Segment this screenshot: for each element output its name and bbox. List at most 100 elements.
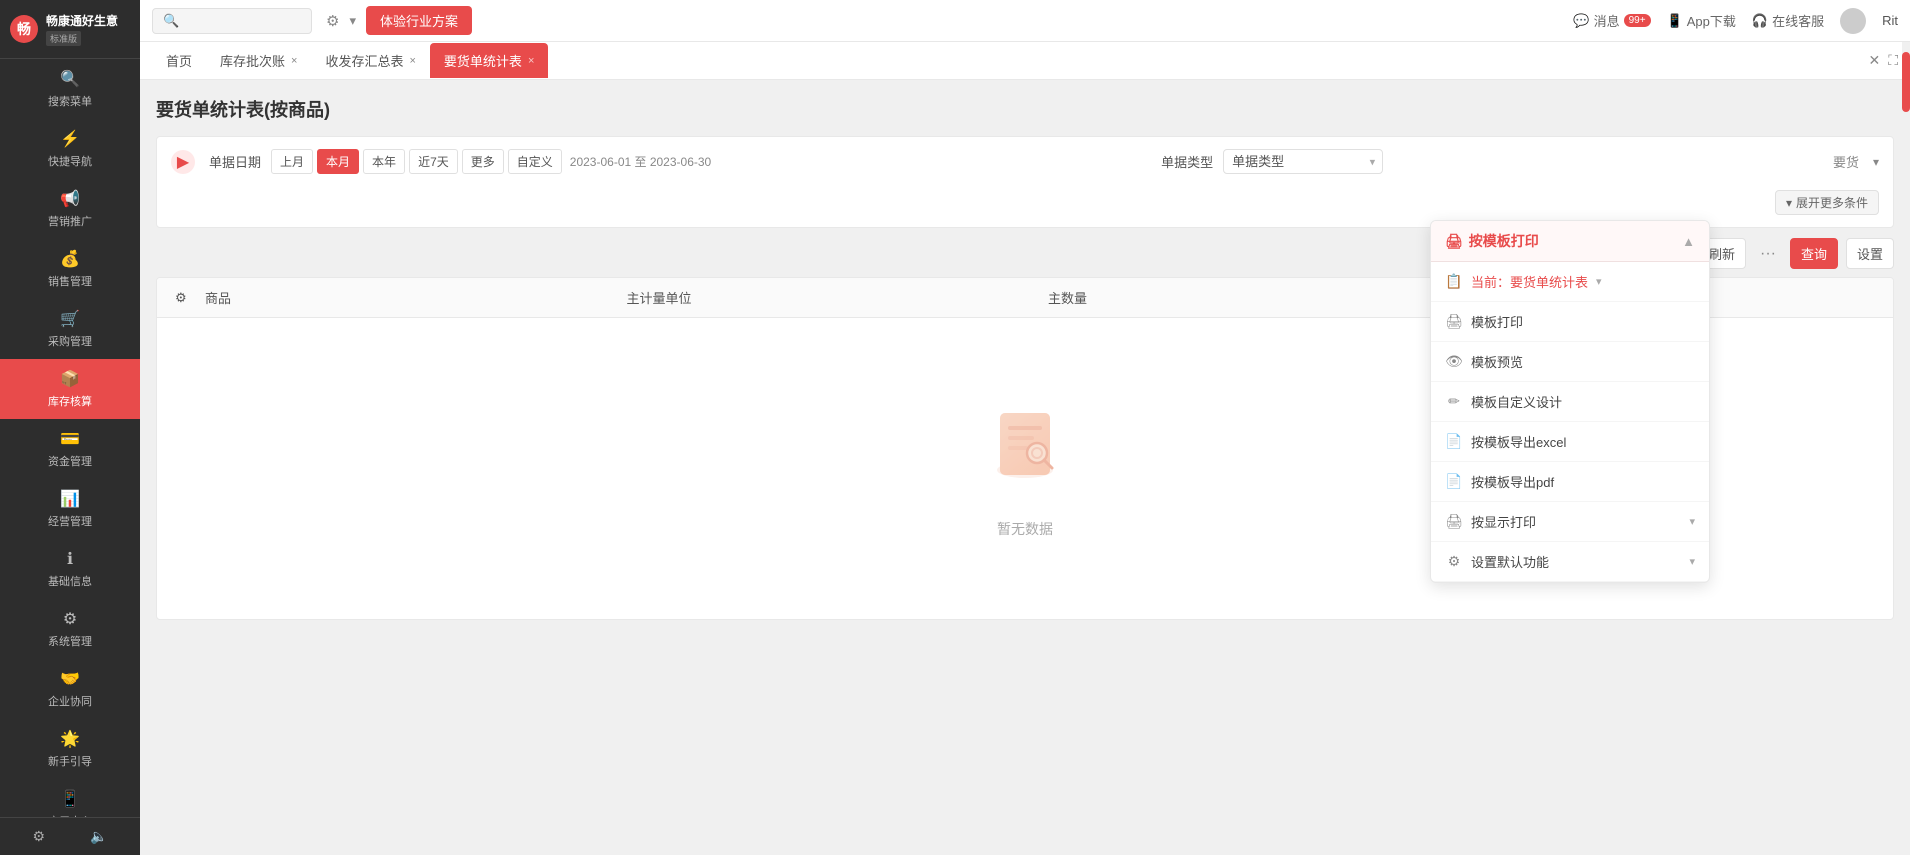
audio-icon[interactable]: 🔈 xyxy=(90,828,107,845)
search-box[interactable]: 🔍 xyxy=(152,8,312,34)
sidebar-item-app-center[interactable]: 📱 应用中心 xyxy=(0,779,140,817)
topbar-arrow-icon[interactable]: ▾ xyxy=(349,13,356,29)
dropdown-item-export-pdf[interactable]: 📄 按模板导出pdf xyxy=(1431,462,1709,502)
logo-text: 畅康通好生意 标准版 xyxy=(46,12,118,46)
dropdown-item-set-default[interactable]: ⚙ 设置默认功能 ▾ xyxy=(1431,542,1709,582)
dropdown-current-arrow: ▾ xyxy=(1596,275,1602,288)
window-controls: ✕ ⛶ xyxy=(1868,52,1898,69)
dropdown-current-template[interactable]: 📋 当前：要货单统计表 ▾ xyxy=(1431,262,1709,302)
dropdown-display-print-icon: 🖨 xyxy=(1445,513,1463,530)
th-settings[interactable]: ⚙ xyxy=(167,280,197,316)
sidebar-item-search[interactable]: 🔍 搜索菜单 xyxy=(0,59,140,119)
date-buttons: 上月 本月 本年 近7天 更多 自定义 2023-06-01 至 2023-06… xyxy=(271,149,711,174)
more-actions-button[interactable]: ··· xyxy=(1754,243,1782,265)
sidebar-label-finance: 资金管理 xyxy=(48,453,92,469)
headset-icon: 🎧 xyxy=(1752,13,1768,29)
dropdown-preview-icon: 👁 xyxy=(1445,353,1463,370)
online-service-button[interactable]: 🎧 在线客服 xyxy=(1752,11,1824,30)
expand-more-conditions-button[interactable]: ▾ 展开更多条件 xyxy=(1775,190,1879,215)
type-select-wrapper: 单据类型 xyxy=(1223,149,1383,174)
right-scrollbar[interactable] xyxy=(1902,42,1910,855)
order-type-label: 要货 xyxy=(1833,152,1859,171)
settings-icon[interactable]: ⚙ xyxy=(33,828,46,845)
sidebar-icon-guide: 🌟 xyxy=(60,729,80,749)
sidebar-item-basic-info[interactable]: ℹ 基础信息 xyxy=(0,539,140,599)
filter-bar: ▶ 单据日期 上月 本月 本年 近7天 更多 自定义 2023-06-01 至 … xyxy=(156,136,1894,228)
sidebar-nav: 🔍 搜索菜单 ⚡ 快捷导航 📢 营销推广 💰 销售管理 🛒 采购管理 📦 库存核… xyxy=(0,59,140,817)
settings-button[interactable]: 设置 xyxy=(1846,238,1894,269)
tab-order-stats[interactable]: 要货单统计表 × xyxy=(430,43,548,78)
window-close-icon[interactable]: ✕ xyxy=(1868,52,1880,69)
sidebar-item-marketing[interactable]: 📢 营销推广 xyxy=(0,179,140,239)
date-btn-prev-month[interactable]: 上月 xyxy=(271,149,313,174)
sidebar-icon-sales: 💰 xyxy=(60,249,80,269)
empty-text: 暂无数据 xyxy=(997,519,1053,539)
dropdown-current-icon: 📋 xyxy=(1445,273,1463,290)
dropdown-item-template-design[interactable]: ✏ 模板自定义设计 xyxy=(1431,382,1709,422)
dropdown-template-print-icon: 🖨 xyxy=(1445,313,1463,330)
dropdown-design-icon: ✏ xyxy=(1445,393,1463,410)
date-btn-custom[interactable]: 自定义 xyxy=(508,149,562,174)
date-btn-current-year[interactable]: 本年 xyxy=(363,149,405,174)
sidebar-item-system[interactable]: ⚙ 系统管理 xyxy=(0,599,140,659)
type-label: 单据类型 xyxy=(1161,152,1213,171)
dropdown-set-default-arrow: ▾ xyxy=(1689,555,1695,568)
sidebar-item-guide[interactable]: 🌟 新手引导 xyxy=(0,719,140,779)
window-expand-icon[interactable]: ⛶ xyxy=(1888,52,1898,69)
filter-expand-toggle[interactable]: ▶ xyxy=(171,150,195,174)
order-type-dropdown-icon[interactable]: ▾ xyxy=(1873,155,1879,169)
messages-button[interactable]: 💬 消息 99+ xyxy=(1573,11,1650,30)
sidebar-item-quick-nav[interactable]: ⚡ 快捷导航 xyxy=(0,119,140,179)
tab-receipt-summary-close[interactable]: × xyxy=(409,55,415,67)
sidebar-icon-system: ⚙ xyxy=(63,609,77,629)
tab-home[interactable]: 首页 xyxy=(152,43,206,78)
sidebar-item-operations[interactable]: 📊 经营管理 xyxy=(0,479,140,539)
type-select[interactable]: 单据类型 xyxy=(1223,149,1383,174)
tab-inventory-batch[interactable]: 库存批次账 × xyxy=(206,43,311,78)
logo-icon: 畅 xyxy=(10,15,38,43)
dropdown-printer-icon: 🖨 xyxy=(1445,233,1463,250)
sidebar-label-enterprise: 企业协同 xyxy=(48,693,92,709)
dropdown-item-export-excel[interactable]: 📄 按模板导出excel xyxy=(1431,422,1709,462)
dropdown-header: 🖨 按模板打印 ▲ xyxy=(1431,221,1709,262)
tab-order-stats-close[interactable]: × xyxy=(528,55,534,67)
sidebar-item-sales[interactable]: 💰 销售管理 xyxy=(0,239,140,299)
sidebar-icon-purchase: 🛒 xyxy=(60,309,80,329)
sidebar-item-finance[interactable]: 💳 资金管理 xyxy=(0,419,140,479)
topbar: 🔍 ⚙ ▾ 体验行业方案 💬 消息 99+ 📱 App下载 🎧 在线客服 Rit xyxy=(140,0,1910,42)
date-btn-last7days[interactable]: 近7天 xyxy=(409,149,458,174)
date-btn-current-month[interactable]: 本月 xyxy=(317,149,359,174)
sidebar: 畅 畅康通好生意 标准版 🔍 搜索菜单 ⚡ 快捷导航 📢 营销推广 💰 销售管理… xyxy=(0,0,140,855)
dropdown-item-display-print[interactable]: 🖨 按显示打印 ▾ xyxy=(1431,502,1709,542)
sidebar-label-operations: 经营管理 xyxy=(48,513,92,529)
query-button[interactable]: 查询 xyxy=(1790,238,1838,269)
sidebar-label-guide: 新手引导 xyxy=(48,753,92,769)
sidebar-label-system: 系统管理 xyxy=(48,633,92,649)
user-avatar[interactable] xyxy=(1840,8,1866,34)
trial-industry-button[interactable]: 体验行业方案 xyxy=(366,6,472,35)
sidebar-icon-enterprise: 🤝 xyxy=(60,669,80,689)
sidebar-item-enterprise[interactable]: 🤝 企业协同 xyxy=(0,659,140,719)
tab-receipt-summary-label: 收发存汇总表 xyxy=(325,51,403,70)
sidebar-item-purchase[interactable]: 🛒 采购管理 xyxy=(0,299,140,359)
scrollbar-thumb[interactable] xyxy=(1902,52,1910,112)
dropdown-item-template-print[interactable]: 🖨 模板打印 xyxy=(1431,302,1709,342)
app-download-button[interactable]: 📱 App下载 xyxy=(1667,11,1736,30)
tab-inventory-batch-close[interactable]: × xyxy=(291,55,297,67)
bell-icon: 💬 xyxy=(1573,13,1589,29)
dropdown-item-template-preview[interactable]: 👁 模板预览 xyxy=(1431,342,1709,382)
dropdown-collapse-icon[interactable]: ▲ xyxy=(1682,234,1695,249)
tab-receipt-summary[interactable]: 收发存汇总表 × xyxy=(311,43,429,78)
th-goods: 商品 xyxy=(197,278,619,317)
sidebar-icon-inventory: 📦 xyxy=(60,369,80,389)
topbar-gear-icon[interactable]: ⚙ xyxy=(326,12,339,30)
date-btn-more[interactable]: 更多 xyxy=(462,149,504,174)
sidebar-item-inventory[interactable]: 📦 库存核算 xyxy=(0,359,140,419)
template-print-dropdown: 🖨 按模板打印 ▲ 📋 当前：要货单统计表 ▾ 🖨 模板打印 👁 模板预览 xyxy=(1430,220,1710,583)
page-content: 要货单统计表(按商品) ▶ 单据日期 上月 本月 本年 近7天 更多 自定义 2… xyxy=(140,80,1910,855)
expand-icon: ▾ xyxy=(1786,196,1792,210)
sidebar-icon-app-center: 📱 xyxy=(60,789,80,809)
page-title: 要货单统计表(按商品) xyxy=(156,96,1894,122)
tab-inventory-batch-label: 库存批次账 xyxy=(220,51,285,70)
app-logo: 畅 畅康通好生意 标准版 xyxy=(0,0,140,59)
